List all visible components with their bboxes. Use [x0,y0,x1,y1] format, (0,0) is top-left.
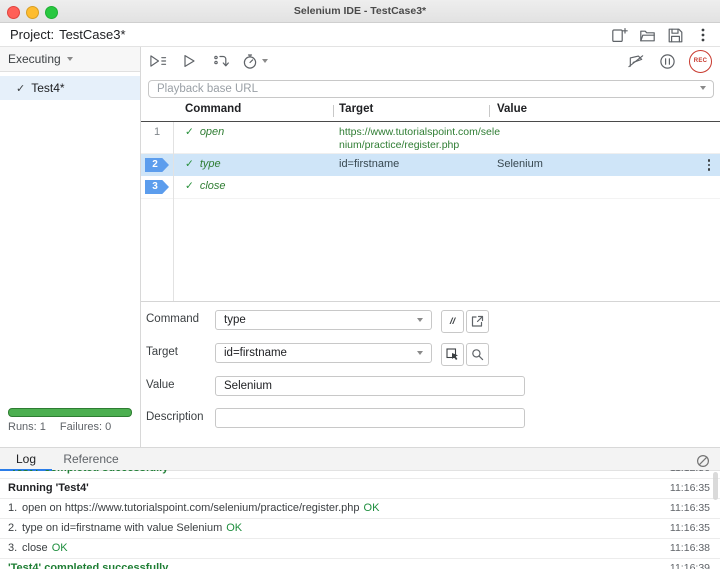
command-passed-check-icon: ✓ [185,126,194,138]
chevron-down-icon [66,57,73,61]
new-project-icon[interactable] [610,26,628,44]
number-column-divider [173,122,174,301]
value-field-label: Value [146,379,175,391]
executed-step-badge: 3 [145,180,169,194]
log-panel: Log Reference 'Test4' completed successf… [0,447,720,569]
disable-breakpoints-icon[interactable] [627,52,645,70]
sidebar-item-test4[interactable]: ✓ Test4* [0,76,140,100]
command-field[interactable] [215,310,432,330]
commands-table-body: 1 ✓ open https://www.tutorialspoint.com/s… [141,122,720,199]
column-divider [489,105,490,117]
command-name: type [199,158,221,170]
column-divider [333,105,334,117]
run-all-tests-icon[interactable] [149,52,167,70]
column-header-target[interactable]: Target [339,103,373,115]
tests-dropdown[interactable]: Executing [0,47,140,72]
save-project-icon[interactable] [666,26,684,44]
command-name: open [199,126,225,138]
target-field-label: Target [146,346,178,358]
command-value [489,122,720,153]
select-target-icon[interactable] [441,343,464,366]
table-row-open[interactable]: 1 ✓ open https://www.tutorialspoint.com/s… [141,122,720,154]
command-value [489,176,720,198]
record-button[interactable]: REC [689,49,712,73]
pause-on-exceptions-icon[interactable] [658,52,676,70]
tab-log[interactable]: Log [0,448,52,470]
command-field-label: Command [146,313,200,325]
form-row-command: Command // [141,310,720,333]
tests-sidebar: Executing ✓ Test4* Runs: 1 Failures: 0 [0,47,141,447]
project-actions [610,26,712,44]
table-row-close[interactable]: 3 ✓ close [141,176,720,199]
command-passed-check-icon: ✓ [185,180,194,192]
kebab-menu-icon[interactable] [694,26,712,44]
chevron-down-icon [262,59,268,63]
toggle-comment-button[interactable]: // [441,310,464,333]
playback-toolbar: REC [141,47,720,76]
selenium-ide-window: Selenium IDE - TestCase3* Project: TestCa… [0,0,720,569]
playback-controls [149,47,268,75]
log-entry: 2. type on id=firstname with value Seleni… [0,519,720,539]
base-url-row [141,75,720,101]
command-target: https://www.tutorialspoint.com/sele nium… [339,126,501,151]
runs-count: Runs: 1 [8,421,46,433]
project-label: Project: [10,27,55,42]
log-entry: 3. close OK 11:16:38 [0,539,720,559]
test-editor: REC Command Target Value [141,47,720,447]
playback-base-url-input[interactable] [148,80,714,98]
tab-reference[interactable]: Reference [52,448,130,470]
window-title: Selenium IDE - TestCase3* [293,5,427,17]
open-reference-icon[interactable] [466,310,489,333]
chevron-down-icon[interactable] [700,86,706,90]
value-field[interactable] [215,376,525,396]
log-entry: 'Test4' completed successfully 11:16:39 [0,559,720,569]
target-field[interactable] [215,343,432,363]
commands-table-header: Command Target Value [141,101,720,122]
command-passed-check-icon: ✓ [185,158,194,170]
description-field-label: Description [146,411,204,423]
chevron-down-icon[interactable] [417,318,423,322]
open-project-icon[interactable] [638,26,656,44]
table-row-type-selected[interactable]: 2 ✓ type id=firstname Selenium [141,154,720,176]
command-target: id=firstname [339,158,400,170]
project-name: TestCase3* [59,27,126,42]
log-entry: 1. open on https://www.tutorialspoint.com… [0,499,720,519]
form-row-value: Value [141,376,720,398]
log-scrollbar[interactable] [713,472,718,500]
log-tab-bar: Log Reference [0,447,720,471]
chevron-down-icon[interactable] [417,351,423,355]
project-bar: Project: TestCase3* [0,23,720,47]
row-kebab-menu-icon[interactable] [707,159,710,171]
log-entries: 'Test4' completed successfully 11:12:56 … [0,470,720,569]
titlebar: Selenium IDE - TestCase3* [0,0,720,23]
column-header-command[interactable]: Command [185,103,241,115]
executed-step-badge: 2 [145,158,169,172]
run-stats: Runs: 1 Failures: 0 [8,421,125,433]
recording-controls: REC [627,47,712,75]
run-current-test-icon[interactable] [180,52,198,70]
log-entry: Running 'Test4' 11:16:35 [0,479,720,499]
clear-log-icon[interactable] [694,452,712,470]
description-field[interactable] [215,408,525,428]
log-entry: 'Test4' completed successfully 11:12:56 [0,470,720,479]
main-area: Executing ✓ Test4* Runs: 1 Failures: 0 R… [0,47,720,447]
failures-count: Failures: 0 [59,421,112,433]
command-name: close [199,180,226,192]
command-target [333,176,489,198]
project-title: Project: TestCase3* [10,23,126,46]
row-number: 1 [153,126,161,138]
find-target-icon[interactable] [466,343,489,366]
test-name: Test4* [31,81,65,95]
test-passed-check-icon: ✓ [16,83,26,95]
column-header-value[interactable]: Value [497,103,527,115]
form-row-description: Description [141,408,720,430]
run-progress-bar [8,408,132,417]
command-value: Selenium [497,158,543,170]
step-over-icon[interactable] [211,52,229,70]
form-row-target: Target [141,343,720,366]
test-speed-control[interactable] [242,53,268,70]
tests-dropdown-label: Executing [8,52,61,66]
table-form-divider [141,301,720,302]
